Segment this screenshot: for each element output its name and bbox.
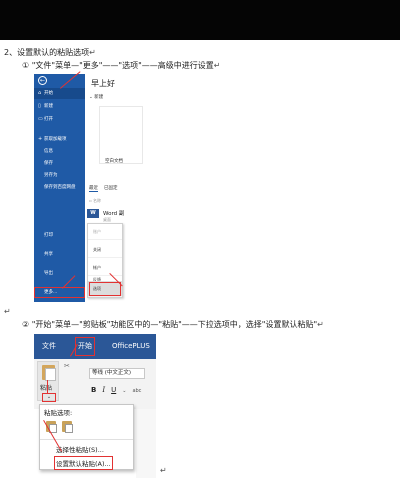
paste-button[interactable]: 粘贴 ⌄ — [37, 361, 59, 402]
step-1-text: ① "文件"菜单—"更多"——"选项"——高级中进行设置↵ — [22, 61, 221, 70]
more-menu-item-options[interactable]: 选项 — [88, 281, 122, 297]
more-menu-item-close[interactable]: 关闭 — [88, 242, 122, 258]
strikethrough-button[interactable]: abc — [132, 388, 141, 394]
ribbon-tab-bar: 文件 开始 OfficePLUS — [34, 334, 156, 359]
underline-button[interactable]: U — [111, 386, 116, 394]
line-break-mark: ↵ — [4, 307, 11, 316]
end-paragraph-mark: ↵ — [160, 466, 167, 475]
sidebar-item-print[interactable]: 打印 — [34, 230, 85, 241]
sidebar-item-new[interactable]: ▯ 新建 — [34, 101, 85, 112]
step-2-text: ② "开始"菜单—"剪贴板"功能区中的—"粘贴"——下拉选项中，选择"设置默认粘… — [22, 320, 324, 329]
sidebar-item-addins[interactable]: + 获取加载项 — [34, 134, 85, 145]
recent-header-row: ▫ 名称 — [89, 198, 101, 203]
blank-document-thumbnail[interactable] — [99, 106, 143, 164]
tab-officeplus[interactable]: OfficePLUS — [112, 334, 150, 359]
document-area — [136, 409, 156, 478]
ribbon-body: 粘贴 ⌄ ✂ 等线 (中文正文) B I U ⌄ abc — [34, 359, 156, 409]
new-section-header: ⌄ 新建 — [89, 95, 104, 100]
greeting: 早上好 — [91, 79, 115, 88]
paste-text-only-icon[interactable] — [62, 421, 73, 433]
recent-tabs: 最近 已固定 — [89, 185, 124, 192]
tab-file[interactable]: 文件 — [42, 334, 56, 359]
top-black-bar — [0, 0, 400, 40]
word-ribbon-screenshot: 文件 开始 OfficePLUS 粘贴 ⌄ ✂ 等线 (中文正文) B I U ⌄ ab… — [34, 334, 156, 478]
back-arrow-icon[interactable]: ← — [38, 76, 47, 85]
bold-button[interactable]: B — [91, 386, 96, 394]
tab-recent[interactable]: 最近 — [89, 186, 98, 192]
recent-file-name[interactable]: Word 副 — [103, 209, 124, 217]
sidebar-item-save-as[interactable]: 另存为 — [34, 170, 85, 181]
sidebar-item-home[interactable]: ⌂ 开始 — [34, 88, 85, 99]
backstage-sidebar: ← ⌂ 开始 ▯ 新建 ▭打开 + 获取加载项 信息 保存 另存为 保存到百度网盘 打… — [34, 74, 85, 302]
paste-special-item[interactable]: 选择性粘贴(S)... — [56, 444, 104, 454]
paste-dropdown-arrow[interactable]: ⌄ — [42, 393, 56, 402]
sidebar-item-save[interactable]: 保存 — [34, 158, 85, 169]
word-backstage-screenshot: ← ⌂ 开始 ▯ 新建 ▭打开 + 获取加载项 信息 保存 另存为 保存到百度网盘 打… — [34, 74, 154, 302]
font-name-select[interactable]: 等线 (中文正文) — [89, 368, 145, 379]
blank-document-label: 空白文档 — [105, 159, 123, 164]
clipboard-icon — [42, 365, 56, 381]
italic-button[interactable]: I — [102, 386, 105, 394]
sidebar-item-more[interactable]: 更多... — [34, 287, 85, 298]
scissors-icon[interactable]: ✂ — [64, 362, 70, 370]
sidebar-item-export[interactable]: 导出 — [34, 268, 85, 279]
sidebar-item-info[interactable]: 信息 — [34, 146, 85, 157]
section-heading: 2、设置默认的粘贴选项↵ — [4, 48, 96, 57]
sidebar-item-share[interactable]: 共享 — [34, 249, 85, 260]
tab-pinned[interactable]: 已固定 — [104, 186, 118, 191]
sidebar-item-save-cloud[interactable]: 保存到百度网盘 — [34, 182, 85, 193]
paste-options-header: 粘贴选项: — [44, 409, 73, 417]
format-buttons: B I U ⌄ abc — [91, 386, 147, 394]
annotation-arrow-5 — [47, 380, 48, 394]
paste-label: 粘贴 — [40, 385, 53, 392]
word-file-icon: W — [87, 209, 99, 218]
sidebar-item-open[interactable]: ▭打开 — [34, 114, 85, 125]
more-menu-item-account[interactable]: 账户 — [88, 224, 122, 240]
set-default-paste-item[interactable]: 设置默认粘贴(A)... — [54, 456, 113, 470]
more-dropdown-menu: 账户 关闭 帐户 反馈 选项 — [87, 223, 123, 298]
underline-dropdown-icon[interactable]: ⌄ — [122, 388, 126, 394]
